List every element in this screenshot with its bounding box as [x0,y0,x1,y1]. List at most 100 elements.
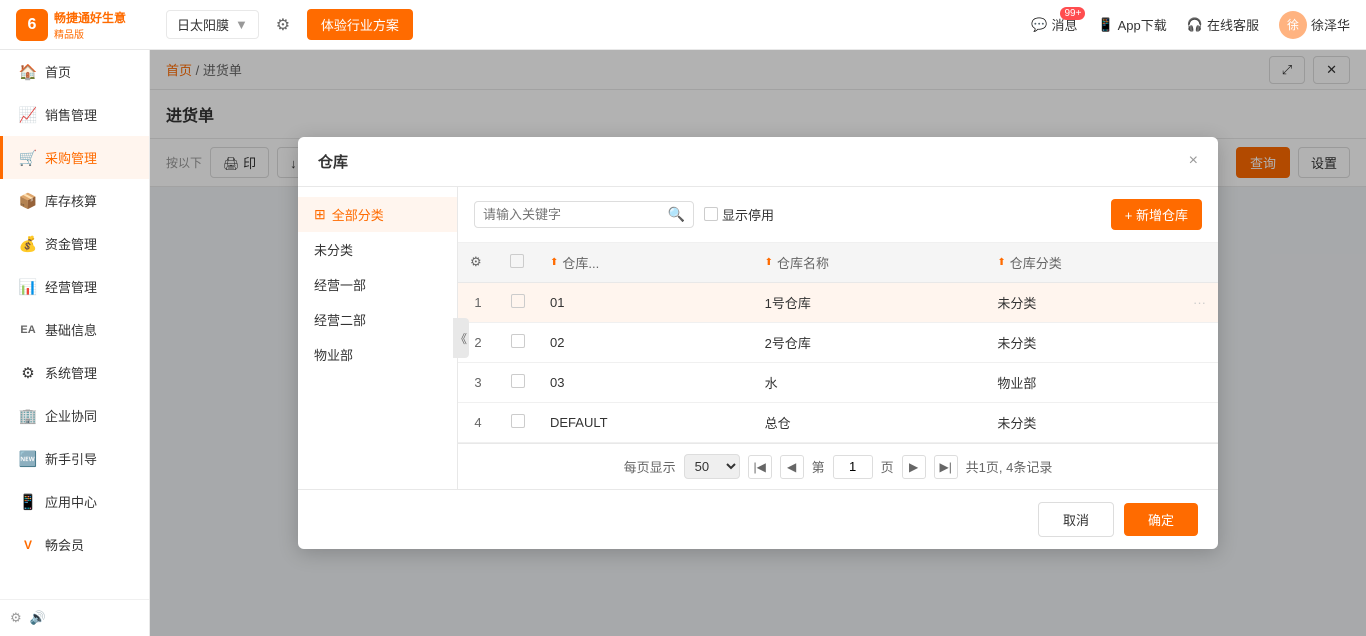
enterprise-icon: 🏢 [19,407,37,425]
row-category: 物业部 [985,363,1218,403]
row-checkbox[interactable] [498,363,538,403]
sidebar-item-home[interactable]: 🏠 首页 [0,50,149,93]
settings-small-icon[interactable]: ⚙ [10,610,22,626]
modal-overlay: 仓库 × ⊞ 全部分类 未分类 经营一部 经营二部 物业部 [150,50,1366,636]
row-num: 1 [458,282,498,323]
main-content: 首页 / 进货单 ⤢ ✕ 进货单 按以下 🖨 印 ↓ 导出 ↺ 刷新 查询 设置 [150,50,1366,636]
message-badge: 99+ [1060,7,1085,20]
modal-title: 仓库 [318,151,348,172]
prev-page-btn[interactable]: ◀ [780,455,804,479]
row-code: 01 [538,282,753,323]
row-checkbox[interactable] [498,323,538,363]
modal-action-footer: 取消 确定 [298,489,1218,549]
th-settings: ⚙ [458,243,498,283]
row-action-icon[interactable]: ··· [1193,295,1206,310]
grid-icon: ⊞ [314,206,326,223]
category-item-ops1[interactable]: 经营一部 [298,267,457,302]
show-disabled-checkbox[interactable]: 显示停用 [704,205,774,224]
modal-toolbar: 🔍 显示停用 + 新增仓库 [458,187,1218,243]
th-checkbox [498,243,538,283]
sidebar-item-guide[interactable]: 🆕 新手引导 [0,437,149,480]
trial-btn[interactable]: 体验行业方案 [307,9,413,40]
row-code: 03 [538,363,753,403]
pagination: 每页显示 50 100 200 |◀ ◀ 第 页 ▶ [458,443,1218,489]
search-box: 🔍 [474,201,694,228]
new-warehouse-btn[interactable]: + 新增仓库 [1111,199,1202,230]
purchase-icon: 🛒 [19,149,37,167]
table-row[interactable]: 4 DEFAULT 总仓 未分类 [458,403,1218,443]
mobile-icon: 📱 [1097,17,1113,33]
first-page-btn[interactable]: |◀ [748,455,772,479]
warehouse-modal: 仓库 × ⊞ 全部分类 未分类 经营一部 经营二部 物业部 [298,137,1218,550]
sidebar-item-operations[interactable]: 📊 经营管理 [0,265,149,308]
guide-icon: 🆕 [19,450,37,468]
sidebar-item-sales[interactable]: 📈 销售管理 [0,93,149,136]
row-code: 02 [538,323,753,363]
close-icon[interactable]: × [1189,152,1198,170]
sidebar-item-system[interactable]: ⚙ 系统管理 [0,351,149,394]
th-name: ⬆ 仓库名称 [753,243,986,283]
category-sidebar: ⊞ 全部分类 未分类 经营一部 经营二部 物业部 《 [298,187,458,490]
customer-service-btn[interactable]: 🎧 在线客服 [1187,15,1259,34]
main-layout: 🏠 首页 📈 销售管理 🛒 采购管理 📦 库存核算 💰 资金管理 📊 经营管理 … [0,50,1366,636]
sidebar-item-inventory[interactable]: 📦 库存核算 [0,179,149,222]
table-row[interactable]: 3 03 水 物业部 [458,363,1218,403]
system-icon: ⚙ [19,364,37,382]
category-all[interactable]: ⊞ 全部分类 [298,197,457,232]
search-icon[interactable]: 🔍 [668,206,685,223]
modal-header: 仓库 × [298,137,1218,187]
sidebar-item-purchase[interactable]: 🛒 采购管理 [0,136,149,179]
last-page-btn[interactable]: ▶| [934,455,958,479]
next-page-btn[interactable]: ▶ [902,455,926,479]
row-num: 3 [458,363,498,403]
inventory-icon: 📦 [19,192,37,210]
sidebar-bottom: ⚙ 🔊 [0,599,149,636]
gear-icon[interactable]: ⚙ [267,9,299,41]
app-download-btn[interactable]: 📱 App下载 [1097,15,1166,34]
table-row[interactable]: 2 02 2号仓库 未分类 [458,323,1218,363]
settings-col-icon: ⚙ [470,254,482,269]
modal-main-panel: 🔍 显示停用 + 新增仓库 [458,187,1218,490]
basic-info-icon: EA [19,321,37,339]
vip-icon: V [19,536,37,554]
sidebar: 🏠 首页 📈 销售管理 🛒 采购管理 📦 库存核算 💰 资金管理 📊 经营管理 … [0,50,150,636]
sidebar-item-apps[interactable]: 📱 应用中心 [0,480,149,523]
speaker-icon[interactable]: 🔊 [30,610,46,626]
sidebar-item-basic-info[interactable]: EA 基础信息 [0,308,149,351]
home-icon: 🏠 [19,63,37,81]
page-number-input[interactable] [833,455,873,479]
table-header-row: ⚙ ⬆ 仓库... [458,243,1218,283]
row-code: DEFAULT [538,403,753,443]
row-name: 总仓 [753,403,986,443]
cancel-button[interactable]: 取消 [1038,502,1114,537]
category-item-property[interactable]: 物业部 [298,337,457,372]
sidebar-item-vip[interactable]: V 畅会员 [0,523,149,566]
sidebar-toggle-icon[interactable]: 《 [453,318,469,358]
sort-icon: ⬆ [550,257,558,268]
logo-text: 畅捷通好生意 精品版 [54,9,126,41]
per-page-select[interactable]: 50 100 200 [684,454,740,479]
select-all-checkbox[interactable] [510,254,524,268]
operations-icon: 📊 [19,278,37,296]
disabled-checkbox[interactable] [704,207,718,221]
row-name: 1号仓库 [753,282,986,323]
store-selector[interactable]: 日太阳膜 ▼ [166,10,259,39]
sidebar-item-finance[interactable]: 💰 资金管理 [0,222,149,265]
row-checkbox[interactable] [498,403,538,443]
message-btn[interactable]: 💬 消息 99+ [1031,15,1077,34]
category-item-ops2[interactable]: 经营二部 [298,302,457,337]
top-header: 6 畅捷通好生意 精品版 日太阳膜 ▼ ⚙ 体验行业方案 💬 消息 99+ 📱 … [0,0,1366,50]
row-category: 未分类··· [985,283,1218,323]
row-category: 未分类 [985,403,1218,443]
sidebar-item-enterprise[interactable]: 🏢 企业协同 [0,394,149,437]
row-checkbox[interactable] [498,282,538,323]
logo-icon: 6 [16,9,48,41]
header-right: 💬 消息 99+ 📱 App下载 🎧 在线客服 徐 徐泽华 [1031,11,1350,39]
warehouse-table: ⚙ ⬆ 仓库... [458,243,1218,444]
search-input[interactable] [483,207,668,222]
table-row[interactable]: 1 01 1号仓库 未分类··· [458,282,1218,323]
confirm-button[interactable]: 确定 [1124,503,1198,536]
category-item-uncategorized[interactable]: 未分类 [298,232,457,267]
row-name: 2号仓库 [753,323,986,363]
user-menu[interactable]: 徐 徐泽华 [1279,11,1350,39]
